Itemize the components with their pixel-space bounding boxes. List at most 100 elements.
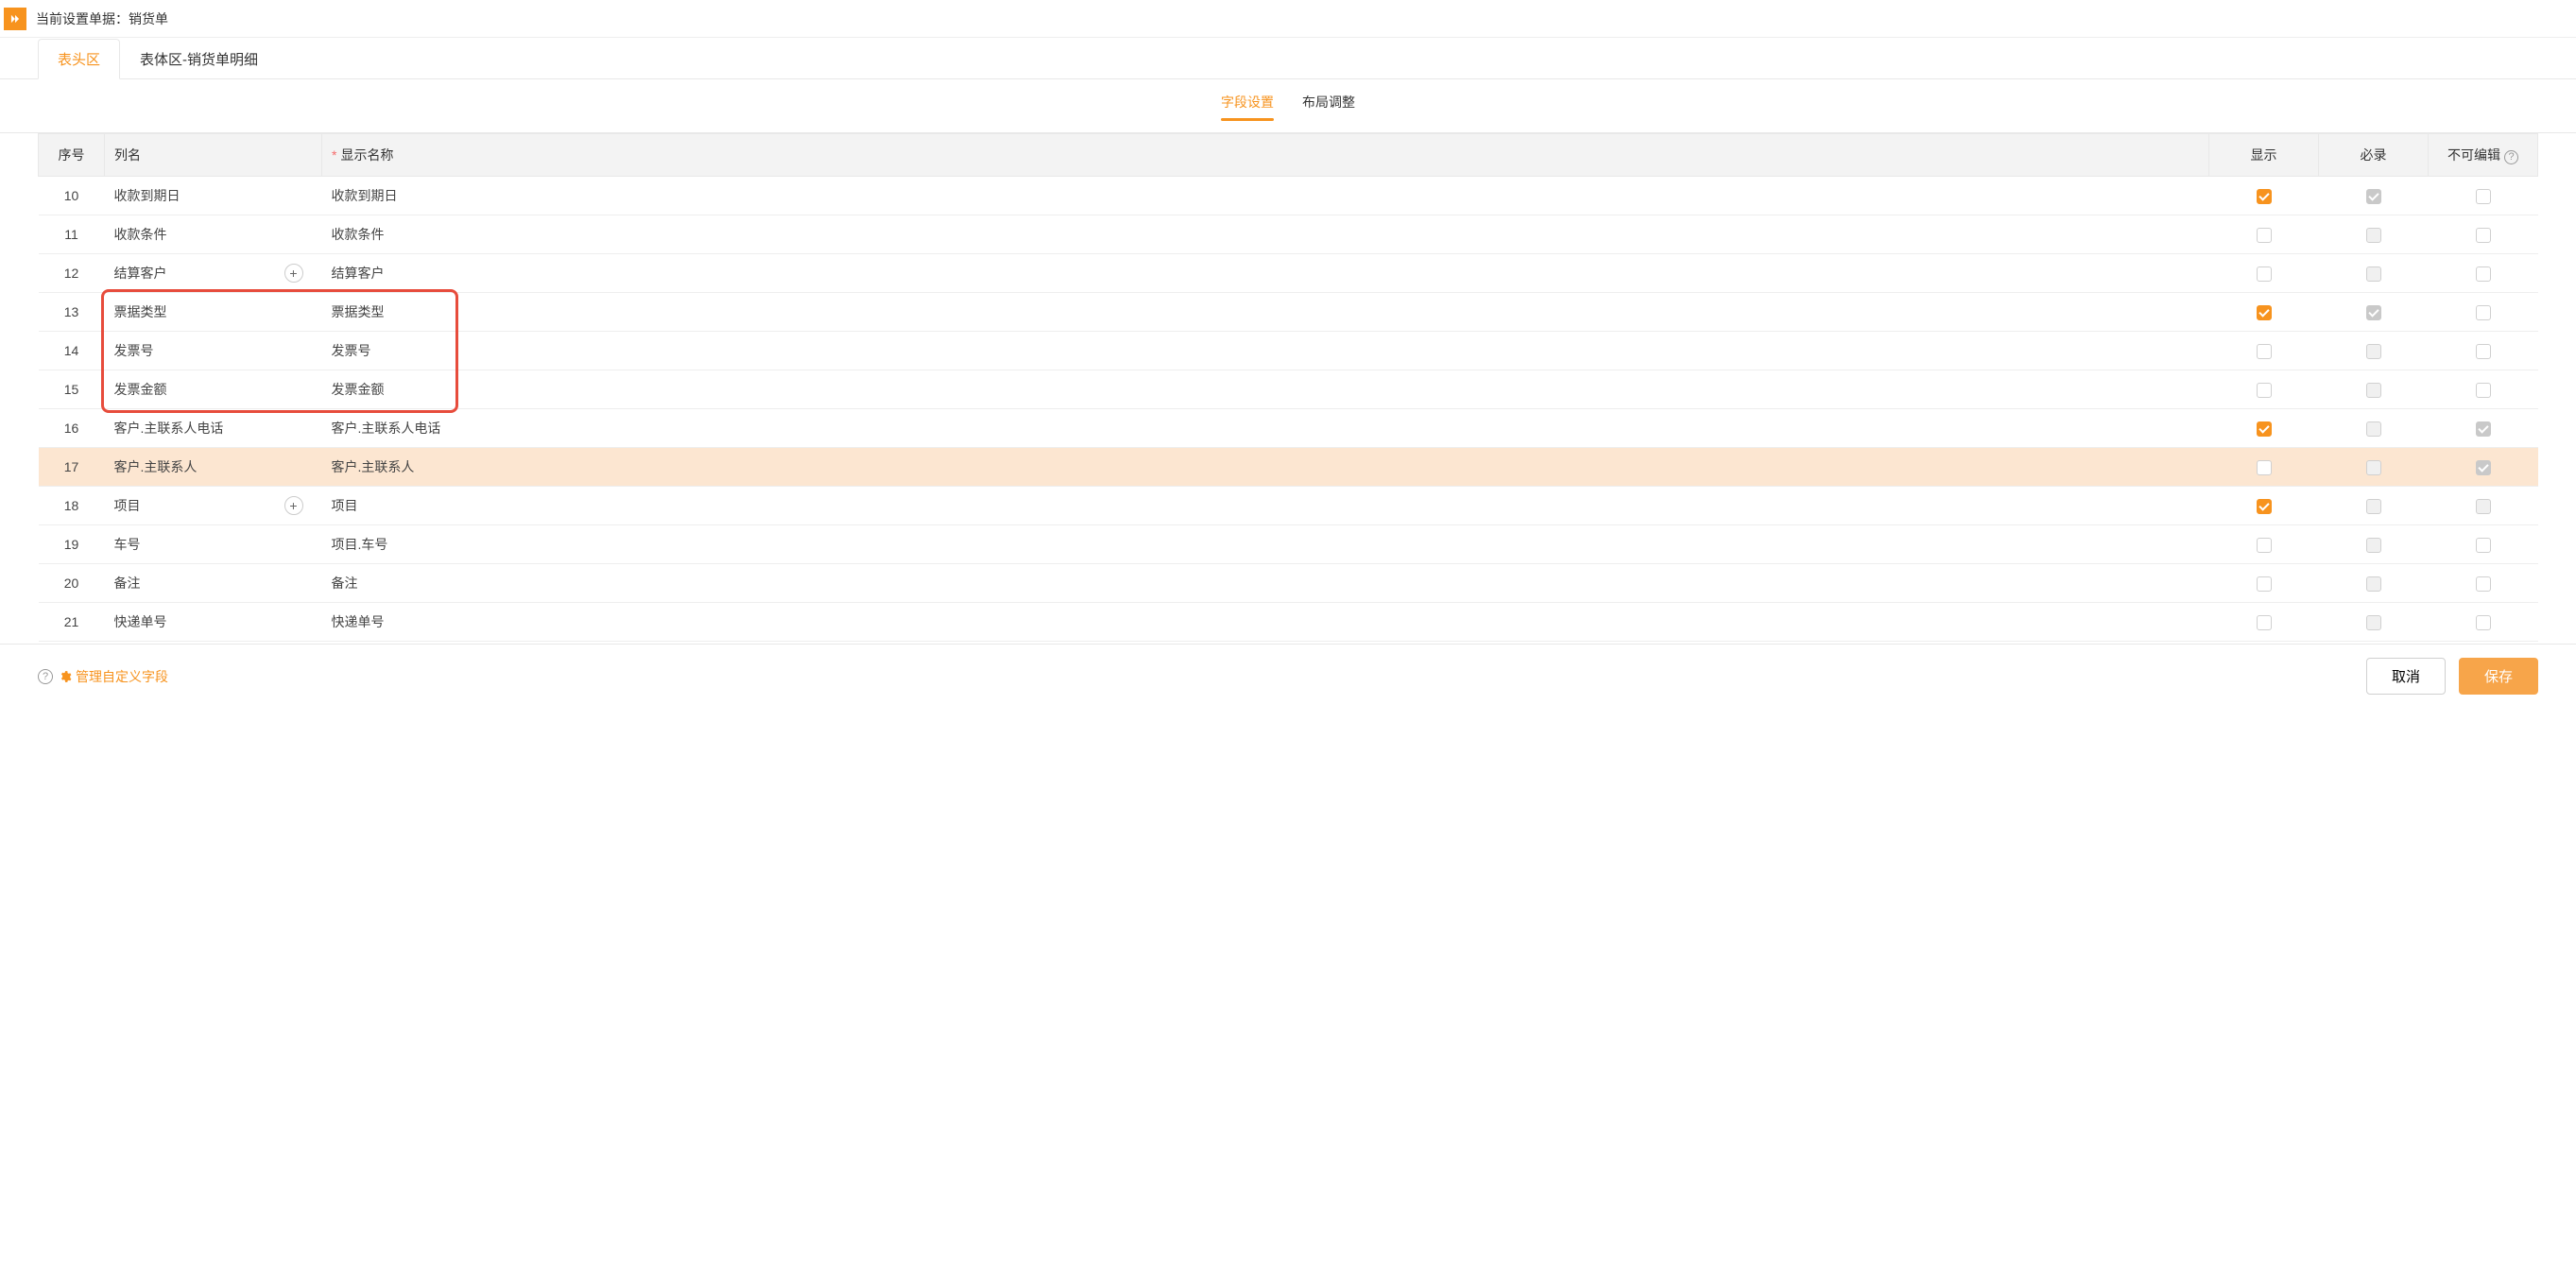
cell-show — [2209, 525, 2319, 564]
cell-display-name[interactable]: 收款条件 — [322, 215, 2209, 254]
cell-show — [2209, 254, 2319, 293]
help-icon[interactable]: ? — [2504, 150, 2518, 164]
checkbox[interactable] — [2476, 576, 2491, 592]
checkbox[interactable] — [2257, 615, 2272, 630]
cell-display-name[interactable]: 客户.主联系人电话 — [322, 409, 2209, 448]
table-row: 13票据类型票据类型 — [39, 293, 2538, 332]
checkbox — [2366, 460, 2381, 475]
cell-display-name[interactable]: 备注 — [322, 564, 2209, 603]
cell-name: 备注 — [105, 564, 322, 603]
checkbox[interactable] — [2476, 538, 2491, 553]
checkbox — [2366, 344, 2381, 359]
table-row: 12结算客户+结算客户 — [39, 254, 2538, 293]
col-name-header: 列名 — [105, 134, 322, 177]
save-button[interactable]: 保存 — [2459, 658, 2538, 695]
expand-panel-button[interactable] — [4, 8, 26, 30]
sub-tab-0[interactable]: 字段设置 — [1221, 93, 1274, 119]
cell-readonly — [2429, 525, 2538, 564]
manage-custom-fields-link[interactable]: 管理自定义字段 — [59, 667, 168, 686]
cell-readonly — [2429, 293, 2538, 332]
cell-display-name[interactable]: 收款到期日 — [322, 177, 2209, 215]
gear-icon — [59, 670, 72, 683]
checkbox[interactable] — [2257, 499, 2272, 514]
outer-tab-1[interactable]: 表体区-销货单明细 — [120, 39, 278, 79]
table-row: 19车号项目.车号 — [39, 525, 2538, 564]
checkbox[interactable] — [2476, 305, 2491, 320]
cell-seq: 13 — [39, 293, 105, 332]
checkbox[interactable] — [2476, 189, 2491, 204]
cell-display-name[interactable]: 客户.主联系人 — [322, 448, 2209, 487]
cell-show — [2209, 177, 2319, 215]
sub-tabs: 字段设置 布局调整 — [0, 79, 2576, 133]
cell-required — [2319, 370, 2429, 409]
checkbox[interactable] — [2476, 228, 2491, 243]
table-row: 15发票金额发票金额 — [39, 370, 2538, 409]
sub-tab-1[interactable]: 布局调整 — [1302, 93, 1355, 119]
cell-required — [2319, 293, 2429, 332]
cell-display-name[interactable]: 票据类型 — [322, 293, 2209, 332]
checkbox[interactable] — [2257, 189, 2272, 204]
cell-required — [2319, 525, 2429, 564]
cell-show — [2209, 332, 2319, 370]
table-row: 14发票号发票号 — [39, 332, 2538, 370]
add-subfield-button[interactable]: + — [284, 264, 303, 283]
cell-show — [2209, 564, 2319, 603]
footer-bar: ? 管理自定义字段 取消 保存 — [0, 644, 2576, 708]
cell-display-name[interactable]: 结算客户 — [322, 254, 2209, 293]
cell-readonly — [2429, 448, 2538, 487]
checkbox[interactable] — [2257, 421, 2272, 437]
cell-display-name[interactable]: 步骤1人员 — [322, 642, 2209, 645]
checkbox[interactable] — [2257, 266, 2272, 282]
cell-name: 收款到期日 — [105, 177, 322, 215]
checkbox[interactable] — [2257, 383, 2272, 398]
cell-required — [2319, 332, 2429, 370]
table-row: 22步骤人员步骤1人员 — [39, 642, 2538, 645]
checkbox[interactable] — [2476, 383, 2491, 398]
cell-seq: 17 — [39, 448, 105, 487]
cell-seq: 14 — [39, 332, 105, 370]
checkbox — [2366, 305, 2381, 320]
cell-name: 项目+ — [105, 487, 322, 525]
checkbox[interactable] — [2257, 305, 2272, 320]
cell-readonly — [2429, 332, 2538, 370]
cell-show — [2209, 487, 2319, 525]
cell-readonly — [2429, 177, 2538, 215]
cell-readonly — [2429, 370, 2538, 409]
checkbox[interactable] — [2257, 228, 2272, 243]
cell-required — [2319, 215, 2429, 254]
checkbox — [2366, 421, 2381, 437]
cell-required — [2319, 603, 2429, 642]
cell-display-name[interactable]: 发票号 — [322, 332, 2209, 370]
cell-required — [2319, 254, 2429, 293]
cell-required — [2319, 448, 2429, 487]
cell-readonly — [2429, 487, 2538, 525]
cell-name: 发票金额 — [105, 370, 322, 409]
checkbox[interactable] — [2257, 538, 2272, 553]
outer-tab-0[interactable]: 表头区 — [38, 39, 120, 79]
checkbox[interactable] — [2476, 344, 2491, 359]
table-row: 20备注备注 — [39, 564, 2538, 603]
checkbox[interactable] — [2257, 460, 2272, 475]
question-icon[interactable]: ? — [38, 669, 53, 684]
checkbox[interactable] — [2257, 344, 2272, 359]
cell-display-name[interactable]: 快递单号 — [322, 603, 2209, 642]
table-row: 10收款到期日收款到期日 — [39, 177, 2538, 215]
cell-show — [2209, 293, 2319, 332]
checkbox — [2366, 189, 2381, 204]
cell-required — [2319, 487, 2429, 525]
checkbox[interactable] — [2476, 615, 2491, 630]
cell-seq: 10 — [39, 177, 105, 215]
cell-name: 收款条件 — [105, 215, 322, 254]
add-subfield-button[interactable]: + — [284, 496, 303, 515]
checkbox — [2476, 499, 2491, 514]
cell-display-name[interactable]: 项目 — [322, 487, 2209, 525]
table-row: 18项目+项目 — [39, 487, 2538, 525]
cell-display-name[interactable]: 项目.车号 — [322, 525, 2209, 564]
cell-readonly — [2429, 564, 2538, 603]
checkbox[interactable] — [2257, 576, 2272, 592]
checkbox[interactable] — [2476, 266, 2491, 282]
cell-seq: 22 — [39, 642, 105, 645]
cell-display-name[interactable]: 发票金额 — [322, 370, 2209, 409]
table-row: 21快递单号快递单号 — [39, 603, 2538, 642]
cancel-button[interactable]: 取消 — [2366, 658, 2446, 695]
